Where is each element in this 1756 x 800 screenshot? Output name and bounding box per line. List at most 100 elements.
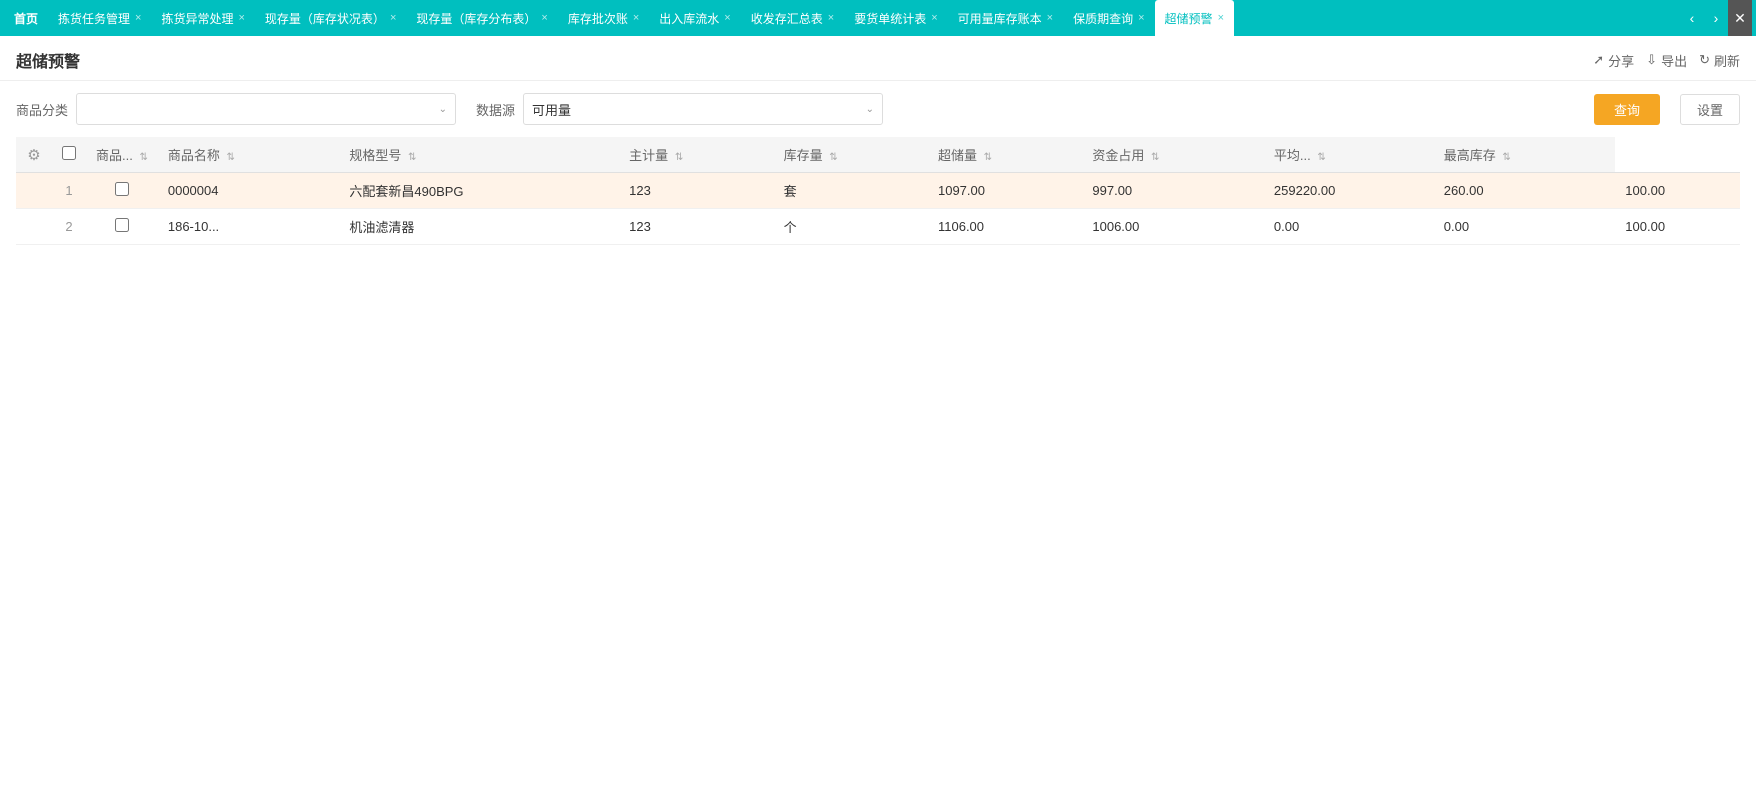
th-max-stock[interactable]: 最高库存 ⇅ (1434, 137, 1616, 173)
th-product-name[interactable]: 商品名称 ⇅ (158, 137, 340, 173)
sort-product-name-icon: ⇅ (227, 152, 235, 163)
product-category-arrow-icon: ⌄ (439, 104, 447, 115)
settings-button[interactable]: 设置 (1680, 94, 1740, 125)
th-avg[interactable]: 平均... ⇅ (1264, 137, 1434, 173)
capital: 259220.00 (1264, 173, 1434, 209)
nav-close-btn[interactable]: ✕ (1728, 0, 1752, 36)
th-capital[interactable]: 资金占用 ⇅ (1082, 137, 1264, 173)
sort-avg-icon: ⇅ (1317, 152, 1325, 163)
th-product-code[interactable]: 商品... ⇅ (86, 137, 158, 173)
product-category-filter: 商品分类 ⌄ (16, 93, 456, 125)
sort-max-stock-icon: ⇅ (1502, 152, 1510, 163)
data-source-arrow-icon: ⌄ (866, 104, 874, 115)
product-name: 机油滤清器 (339, 209, 619, 245)
row-checkbox-cell (86, 173, 158, 209)
close-tab-icon[interactable]: × (390, 12, 396, 24)
close-tab-icon[interactable]: × (135, 12, 141, 24)
nav-item[interactable]: 现存量（库存分布表）× (406, 0, 557, 36)
stock: 1097.00 (928, 173, 1082, 209)
max-stock: 100.00 (1615, 209, 1740, 245)
nav-item[interactable]: 现存量（库存状况表）× (255, 0, 406, 36)
data-source-select[interactable]: 可用量 ⌄ (523, 93, 883, 125)
gear-icon[interactable]: ⚙ (27, 147, 40, 164)
th-unit[interactable]: 主计量 ⇅ (619, 137, 773, 173)
data-source-value: 可用量 (532, 100, 571, 119)
nav-item[interactable]: 拣货异常处理× (151, 0, 254, 36)
nav-next-btn[interactable]: › (1704, 0, 1728, 36)
close-tab-icon[interactable]: × (541, 12, 547, 24)
th-overstock[interactable]: 超储量 ⇅ (928, 137, 1082, 173)
product-code: 0000004 (158, 173, 340, 209)
close-tab-icon[interactable]: × (828, 12, 834, 24)
spec: 123 (619, 209, 773, 245)
data-table: ⚙ 商品... ⇅ 商品名称 ⇅ 规格型号 ⇅ 主计量 (16, 137, 1740, 245)
sort-product-code-icon: ⇅ (139, 152, 147, 163)
nav-item[interactable]: 收发存汇总表× (741, 0, 844, 36)
close-tab-icon[interactable]: × (931, 12, 937, 24)
capital: 0.00 (1264, 209, 1434, 245)
table-row: 2 186-10... 机油滤清器 123 个 1106.00 1006.00 … (16, 209, 1740, 245)
table-row: 1 0000004 六配套新昌490BPG 123 套 1097.00 997.… (16, 173, 1740, 209)
close-tab-icon[interactable]: × (238, 12, 244, 24)
export-icon: ⇩ (1646, 52, 1657, 68)
avg: 260.00 (1434, 173, 1616, 209)
product-category-select[interactable]: ⌄ (76, 93, 456, 125)
nav-item[interactable]: 要货单统计表× (844, 0, 947, 36)
table-container: ⚙ 商品... ⇅ 商品名称 ⇅ 规格型号 ⇅ 主计量 (0, 137, 1756, 245)
unit: 套 (774, 173, 928, 209)
close-tab-icon[interactable]: × (1218, 12, 1224, 24)
product-code: 186-10... (158, 209, 340, 245)
th-stock[interactable]: 库存量 ⇅ (774, 137, 928, 173)
nav-item[interactable]: 出入库流水× (649, 0, 740, 36)
header-actions: ➚ 分享 ⇩ 导出 ↻ 刷新 (1593, 51, 1740, 70)
page-header: 超储预警 ➚ 分享 ⇩ 导出 ↻ 刷新 (0, 36, 1756, 81)
query-button[interactable]: 查询 (1594, 94, 1660, 125)
th-checkbox (52, 137, 86, 173)
share-button[interactable]: ➚ 分享 (1593, 51, 1634, 70)
export-button[interactable]: ⇩ 导出 (1646, 51, 1687, 70)
sort-unit-icon: ⇅ (675, 152, 683, 163)
overstock: 1006.00 (1082, 209, 1264, 245)
row-checkbox[interactable] (115, 218, 129, 232)
data-source-filter: 数据源 可用量 ⌄ (476, 93, 883, 125)
page-title: 超储预警 (16, 48, 80, 72)
spec: 123 (619, 173, 773, 209)
data-source-label: 数据源 (476, 100, 515, 119)
close-tab-icon[interactable]: × (1138, 12, 1144, 24)
th-gear: ⚙ (16, 137, 52, 173)
row-number: 2 (52, 209, 86, 245)
close-tab-icon[interactable]: × (633, 12, 639, 24)
nav-prev-btn[interactable]: ‹ (1680, 0, 1704, 36)
select-all-checkbox[interactable] (62, 146, 76, 160)
refresh-icon: ↻ (1699, 52, 1710, 68)
overstock: 997.00 (1082, 173, 1264, 209)
sort-capital-icon: ⇅ (1151, 152, 1159, 163)
row-checkbox[interactable] (115, 182, 129, 196)
sort-stock-icon: ⇅ (829, 152, 837, 163)
nav-item[interactable]: 拣货任务管理× (48, 0, 151, 36)
refresh-button[interactable]: ↻ 刷新 (1699, 51, 1740, 70)
share-icon: ➚ (1593, 52, 1604, 68)
filter-bar: 商品分类 ⌄ 数据源 可用量 ⌄ 查询 设置 (0, 81, 1756, 137)
row-gear-cell (16, 209, 52, 245)
product-name: 六配套新昌490BPG (339, 173, 619, 209)
nav-item[interactable]: 库存批次账× (558, 0, 649, 36)
close-tab-icon[interactable]: × (1047, 12, 1053, 24)
nav-arrows: ‹ › ✕ (1680, 0, 1752, 36)
avg: 0.00 (1434, 209, 1616, 245)
max-stock: 100.00 (1615, 173, 1740, 209)
unit: 个 (774, 209, 928, 245)
nav-item[interactable]: 超储预警× (1155, 0, 1234, 36)
row-number: 1 (52, 173, 86, 209)
sort-overstock-icon: ⇅ (984, 152, 992, 163)
nav-home[interactable]: 首页 (4, 0, 48, 36)
close-tab-icon[interactable]: × (724, 12, 730, 24)
table-header-row: ⚙ 商品... ⇅ 商品名称 ⇅ 规格型号 ⇅ 主计量 (16, 137, 1740, 173)
stock: 1106.00 (928, 209, 1082, 245)
th-spec[interactable]: 规格型号 ⇅ (339, 137, 619, 173)
nav-item[interactable]: 可用量库存账本× (948, 0, 1063, 36)
row-gear-cell (16, 173, 52, 209)
nav-item[interactable]: 保质期查询× (1063, 0, 1154, 36)
product-category-label: 商品分类 (16, 100, 68, 119)
row-checkbox-cell (86, 209, 158, 245)
